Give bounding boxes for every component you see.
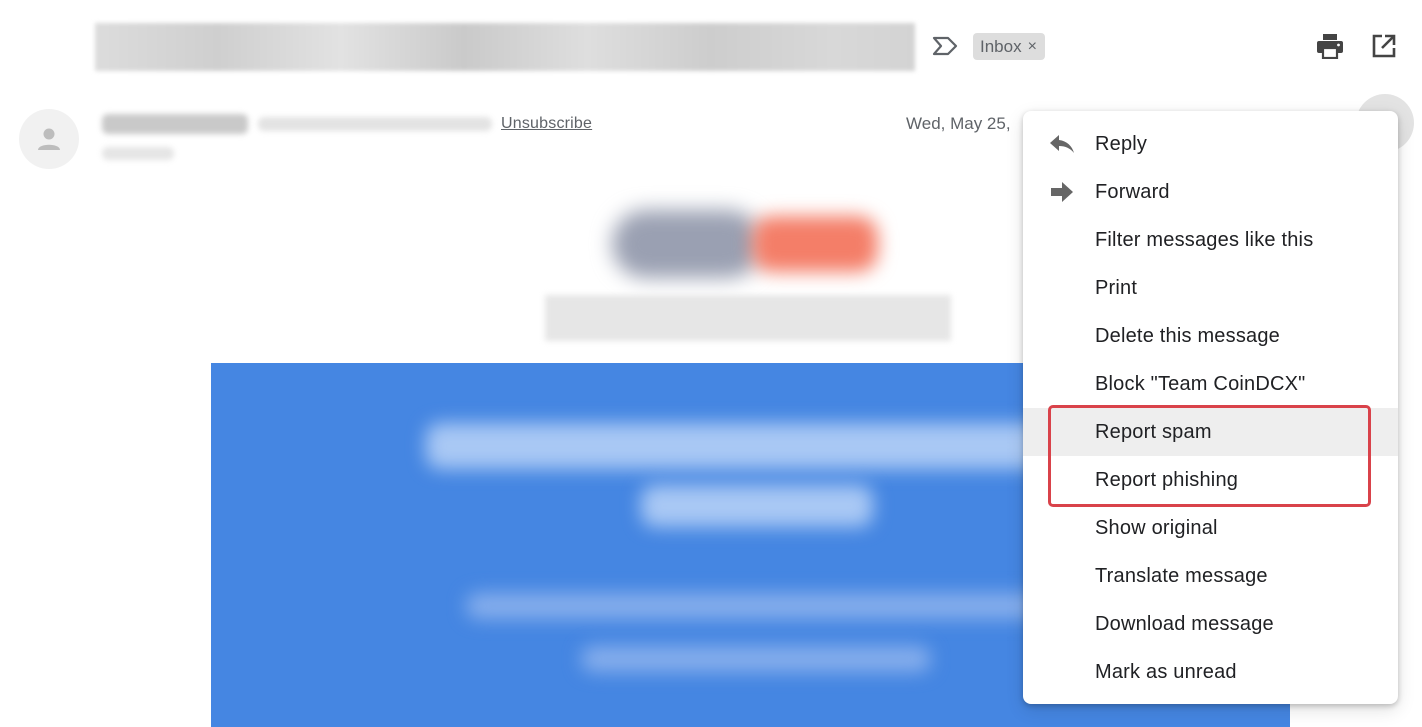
open-in-new-window-icon[interactable] bbox=[1372, 34, 1396, 58]
menu-item-label: Print bbox=[1095, 276, 1138, 299]
menu-item-show-original[interactable]: Show original bbox=[1023, 504, 1398, 552]
email-subject-blurred bbox=[95, 23, 915, 71]
menu-item-label: Show original bbox=[1095, 516, 1218, 539]
menu-item-download[interactable]: Download message bbox=[1023, 600, 1398, 648]
menu-item-label: Download message bbox=[1095, 612, 1274, 635]
menu-item-label: Delete this message bbox=[1095, 324, 1281, 347]
menu-item-label: Translate message bbox=[1095, 564, 1268, 587]
hero-headline-line2-blurred bbox=[641, 485, 873, 527]
brand-logo-accent-blurred bbox=[752, 216, 878, 272]
message-date: Wed, May 25, bbox=[906, 114, 1011, 133]
menu-item-block-sender[interactable]: Block "Team CoinDCX" bbox=[1023, 360, 1398, 408]
inbox-label-chip[interactable]: Inbox × bbox=[973, 33, 1045, 60]
message-options-menu: Reply Forward Filter messages like this … bbox=[1023, 111, 1398, 704]
menu-item-print[interactable]: Print bbox=[1023, 264, 1398, 312]
menu-item-reply[interactable]: Reply bbox=[1023, 120, 1398, 168]
unsubscribe-link[interactable]: Unsubscribe bbox=[501, 115, 592, 133]
menu-item-label: Forward bbox=[1095, 180, 1170, 203]
important-marker-icon[interactable] bbox=[931, 35, 959, 57]
menu-item-report-spam[interactable]: Report spam bbox=[1023, 408, 1398, 456]
reply-icon bbox=[1050, 135, 1074, 153]
menu-item-label: Block "Team CoinDCX" bbox=[1095, 372, 1306, 395]
recipient-details-blurred bbox=[102, 147, 174, 160]
hero-body-line2-blurred bbox=[581, 646, 931, 672]
sender-email-blurred bbox=[258, 117, 492, 131]
menu-item-report-phishing[interactable]: Report phishing bbox=[1023, 456, 1398, 504]
menu-item-forward[interactable]: Forward bbox=[1023, 168, 1398, 216]
menu-item-label: Report phishing bbox=[1095, 468, 1239, 491]
menu-item-mark-unread[interactable]: Mark as unread bbox=[1023, 648, 1398, 696]
menu-item-label: Mark as unread bbox=[1095, 660, 1237, 683]
sender-name-blurred bbox=[102, 114, 248, 134]
label-chip-text: Inbox bbox=[980, 36, 1022, 56]
brand-logo-blurred bbox=[612, 210, 762, 278]
brand-tagline-blurred bbox=[545, 295, 951, 341]
menu-item-filter-messages[interactable]: Filter messages like this bbox=[1023, 216, 1398, 264]
menu-item-label: Filter messages like this bbox=[1095, 228, 1314, 251]
menu-item-label: Report spam bbox=[1095, 420, 1212, 443]
menu-item-delete[interactable]: Delete this message bbox=[1023, 312, 1398, 360]
forward-icon bbox=[1051, 182, 1073, 202]
menu-item-translate[interactable]: Translate message bbox=[1023, 552, 1398, 600]
sender-avatar bbox=[19, 109, 79, 169]
remove-label-icon[interactable]: × bbox=[1028, 38, 1037, 56]
print-icon[interactable] bbox=[1316, 33, 1344, 59]
menu-item-label: Reply bbox=[1095, 132, 1148, 155]
person-icon bbox=[38, 128, 60, 150]
